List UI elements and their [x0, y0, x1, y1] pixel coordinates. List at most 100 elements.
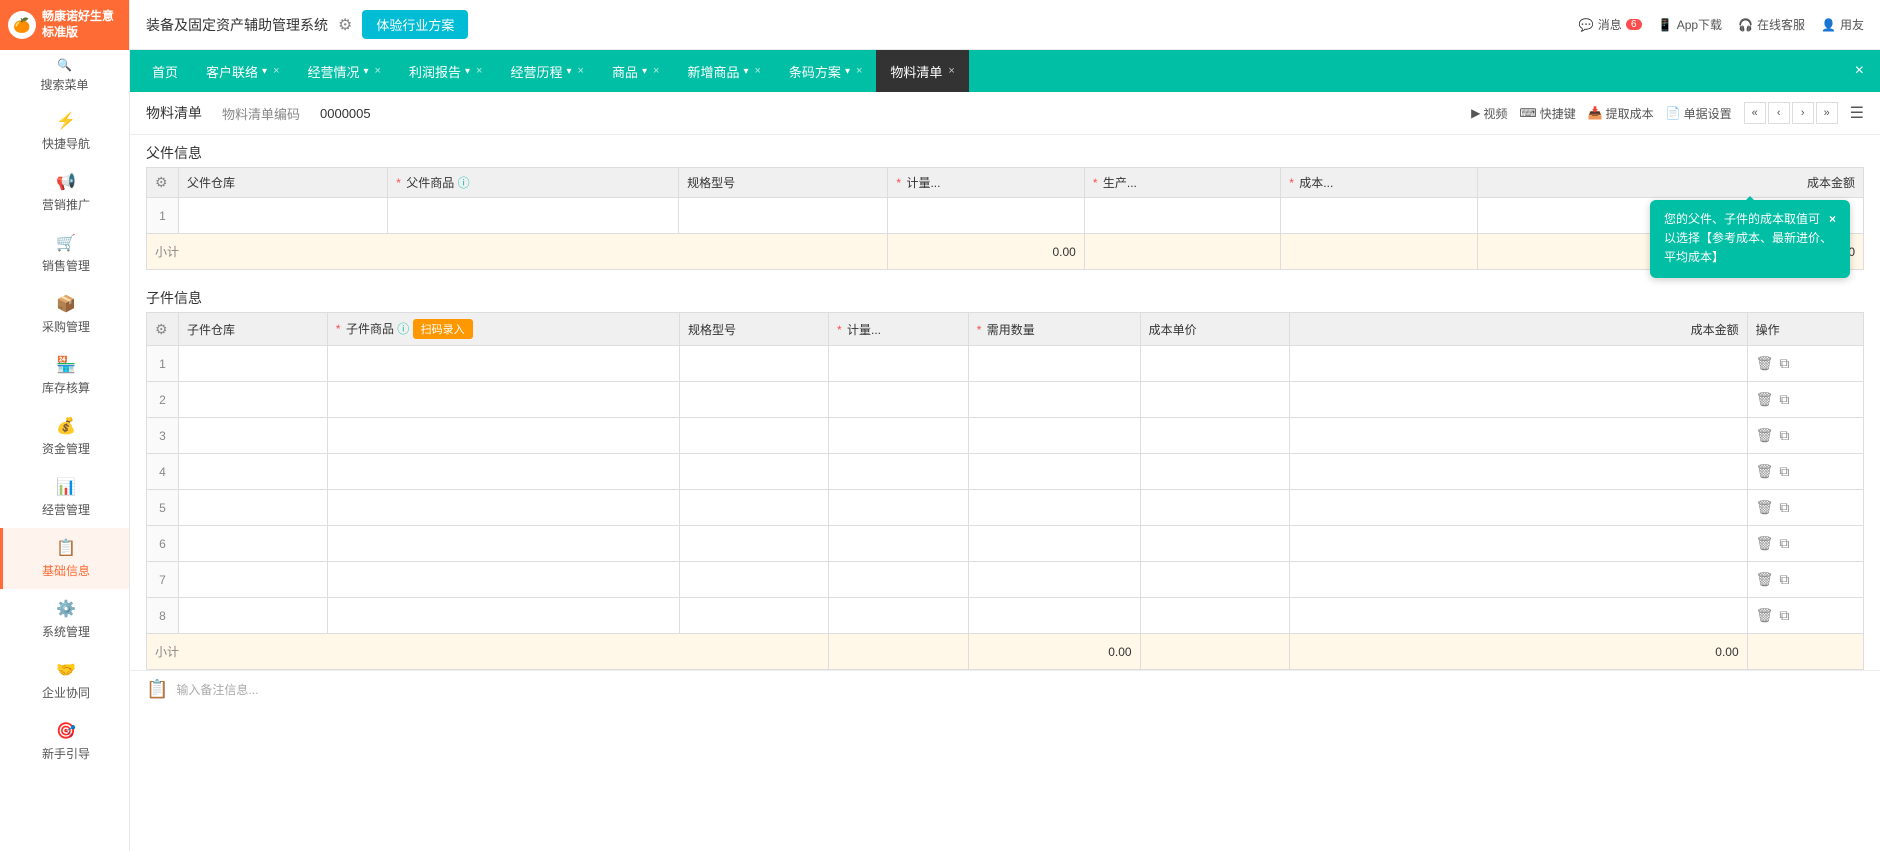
single-settings-button[interactable]: 📄 单据设置 — [1666, 105, 1732, 122]
copy-row-button[interactable]: ⧉ — [1779, 571, 1789, 588]
sidebar-item-operations[interactable]: 📊 经营管理 — [0, 467, 129, 528]
child-goods-cell[interactable] — [327, 346, 679, 382]
parent-warehouse-cell[interactable] — [179, 198, 388, 234]
child-warehouse-cell[interactable] — [179, 490, 328, 526]
child-quantity-cell[interactable] — [968, 562, 1140, 598]
shortcut-button[interactable]: ⌨ 快捷键 — [1519, 105, 1575, 122]
child-quantity-cell[interactable] — [968, 346, 1140, 382]
child-warehouse-cell[interactable] — [179, 382, 328, 418]
child-warehouse-cell[interactable] — [179, 562, 328, 598]
copy-row-button[interactable]: ⧉ — [1779, 607, 1789, 624]
child-spec-cell[interactable] — [680, 418, 829, 454]
child-unit-cell[interactable] — [828, 418, 968, 454]
sidebar-item-sales[interactable]: 🛒 销售管理 — [0, 223, 129, 284]
child-spec-cell[interactable] — [680, 598, 829, 634]
child-goods-cell[interactable] — [327, 526, 679, 562]
child-unit-cell[interactable] — [828, 346, 968, 382]
child-unit-cell[interactable] — [828, 382, 968, 418]
child-unit-cell[interactable] — [828, 562, 968, 598]
child-cost-unit-cell[interactable] — [1140, 382, 1289, 418]
child-goods-cell[interactable] — [327, 490, 679, 526]
child-unit-cell[interactable] — [828, 526, 968, 562]
child-quantity-cell[interactable] — [968, 490, 1140, 526]
child-goods-cell[interactable] — [327, 382, 679, 418]
child-quantity-cell[interactable] — [968, 526, 1140, 562]
child-spec-cell[interactable] — [680, 490, 829, 526]
child-cost-unit-cell[interactable] — [1140, 346, 1289, 382]
child-goods-cell[interactable] — [327, 562, 679, 598]
child-cost-unit-cell[interactable] — [1140, 562, 1289, 598]
tab-close-icon[interactable]: × — [375, 65, 381, 77]
user-menu[interactable]: 👤 用友 — [1821, 16, 1864, 33]
app-download-button[interactable]: 📱 App下载 — [1658, 16, 1722, 33]
child-cost-unit-cell[interactable] — [1140, 454, 1289, 490]
tab-close-icon[interactable]: × — [754, 65, 760, 77]
tab-close-icon[interactable]: × — [273, 65, 279, 77]
child-warehouse-cell[interactable] — [179, 598, 328, 634]
parent-cost-cell[interactable] — [1281, 198, 1477, 234]
sidebar-item-marketing[interactable]: 📢 营销推广 — [0, 162, 129, 223]
tab-goods[interactable]: 商品 ▾ × — [598, 50, 673, 92]
sidebar-item-enterprise[interactable]: 🤝 企业协同 — [0, 650, 129, 711]
delete-row-button[interactable]: 🗑 — [1756, 391, 1774, 408]
sidebar-item-purchase[interactable]: 📦 采购管理 — [0, 284, 129, 345]
child-warehouse-cell[interactable] — [179, 418, 328, 454]
child-goods-cell[interactable] — [327, 598, 679, 634]
tab-close-icon[interactable]: × — [476, 65, 482, 77]
tab-bom[interactable]: 物料清单 × — [876, 50, 968, 92]
delete-row-button[interactable]: 🗑 — [1756, 499, 1774, 516]
tab-operations[interactable]: 经营情况 ▾ × — [294, 50, 395, 92]
delete-row-button[interactable]: 🗑 — [1756, 535, 1774, 552]
messages-button[interactable]: 💬 消息 6 — [1579, 16, 1642, 33]
tab-profit[interactable]: 利润报告 ▾ × — [395, 50, 496, 92]
tab-home[interactable]: 首页 — [138, 50, 192, 92]
delete-row-button[interactable]: 🗑 — [1756, 427, 1774, 444]
tab-close-icon[interactable]: × — [653, 65, 659, 77]
sidebar-item-system[interactable]: ⚙️ 系统管理 — [0, 589, 129, 650]
child-spec-cell[interactable] — [680, 562, 829, 598]
delete-row-button[interactable]: 🗑 — [1756, 607, 1774, 624]
nav-last-button[interactable]: » — [1816, 102, 1838, 124]
copy-row-button[interactable]: ⧉ — [1779, 535, 1789, 552]
nav-next-button[interactable]: › — [1792, 102, 1814, 124]
tab-close-icon[interactable]: × — [856, 65, 862, 77]
online-service-button[interactable]: 🎧 在线客服 — [1738, 16, 1805, 33]
tab-new-goods[interactable]: 新增商品 ▾ × — [673, 50, 774, 92]
parent-col-gear-icon[interactable]: ⚙ — [155, 174, 168, 190]
copy-row-button[interactable]: ⧉ — [1779, 499, 1789, 516]
copy-row-button[interactable]: ⧉ — [1779, 355, 1789, 372]
tooltip-close-button[interactable]: × — [1829, 210, 1836, 229]
sidebar-item-search[interactable]: 🔍 搜索菜单 — [0, 50, 129, 101]
child-quantity-cell[interactable] — [968, 598, 1140, 634]
sidebar-item-inventory[interactable]: 🏪 库存核算 — [0, 345, 129, 406]
parent-production-cell[interactable] — [1084, 198, 1280, 234]
child-spec-cell[interactable] — [680, 346, 829, 382]
nav-first-button[interactable]: « — [1744, 102, 1766, 124]
child-cost-unit-cell[interactable] — [1140, 598, 1289, 634]
child-quantity-cell[interactable] — [968, 418, 1140, 454]
sidebar-item-basic-info[interactable]: 📋 基础信息 — [0, 528, 129, 589]
copy-row-button[interactable]: ⧉ — [1779, 427, 1789, 444]
child-spec-cell[interactable] — [680, 526, 829, 562]
child-warehouse-cell[interactable] — [179, 454, 328, 490]
close-all-tabs-button[interactable]: × — [1847, 62, 1872, 80]
child-quantity-cell[interactable] — [968, 382, 1140, 418]
child-col-gear-icon[interactable]: ⚙ — [155, 321, 168, 337]
child-unit-cell[interactable] — [828, 490, 968, 526]
delete-row-button[interactable]: 🗑 — [1756, 571, 1774, 588]
tab-barcode[interactable]: 条码方案 ▾ × — [775, 50, 876, 92]
child-cost-unit-cell[interactable] — [1140, 418, 1289, 454]
copy-row-button[interactable]: ⧉ — [1779, 391, 1789, 408]
child-spec-cell[interactable] — [680, 382, 829, 418]
settings-icon[interactable]: ⚙ — [338, 15, 352, 35]
sidebar-item-finance[interactable]: 💰 资金管理 — [0, 406, 129, 467]
nav-prev-button[interactable]: ‹ — [1768, 102, 1790, 124]
list-view-icon[interactable]: ☰ — [1850, 103, 1864, 123]
sidebar-item-quick-nav[interactable]: ⚡ 快捷导航 — [0, 101, 129, 162]
parent-unit-cell[interactable] — [888, 198, 1084, 234]
child-warehouse-cell[interactable] — [179, 526, 328, 562]
parent-spec-cell[interactable] — [679, 198, 888, 234]
tab-history[interactable]: 经营历程 ▾ × — [496, 50, 597, 92]
extract-cost-button[interactable]: 📥 提取成本 — [1588, 105, 1654, 122]
scan-button[interactable]: 扫码录入 — [413, 319, 473, 339]
